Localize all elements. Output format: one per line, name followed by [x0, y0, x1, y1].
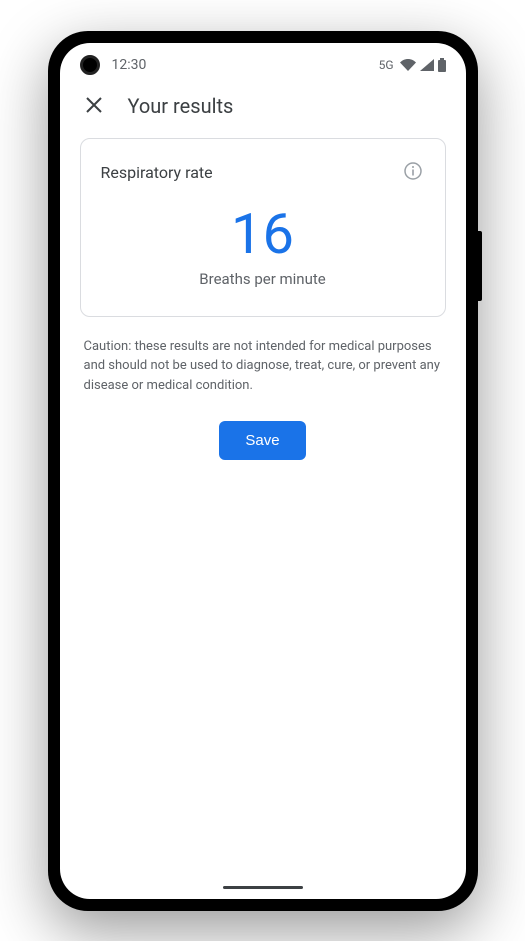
- signal-icon: [420, 59, 434, 71]
- main-content: Respiratory rate 16 Breaths per minute C…: [60, 138, 466, 899]
- phone-screen: 12:30 5G Your results: [60, 43, 466, 899]
- home-indicator[interactable]: [223, 886, 303, 889]
- phone-side-button: [478, 231, 482, 301]
- front-camera-icon: [80, 55, 100, 75]
- caution-text: Caution: these results are not intended …: [80, 337, 446, 396]
- wifi-icon: [400, 59, 416, 71]
- card-header: Respiratory rate: [101, 159, 425, 186]
- close-button[interactable]: [80, 91, 108, 122]
- result-value: 16: [101, 206, 425, 262]
- result-unit: Breaths per minute: [101, 270, 425, 288]
- card-title: Respiratory rate: [101, 163, 213, 182]
- result-card: Respiratory rate 16 Breaths per minute: [80, 138, 446, 317]
- status-bar: 12:30 5G: [60, 43, 466, 83]
- save-button-container: Save: [80, 421, 446, 460]
- save-button[interactable]: Save: [219, 421, 305, 460]
- info-icon: [403, 161, 423, 184]
- status-bar-left: 12:30: [80, 55, 147, 75]
- close-icon: [84, 95, 104, 118]
- page-title: Your results: [128, 94, 234, 118]
- status-bar-right: 5G: [379, 58, 446, 72]
- status-time: 12:30: [112, 57, 147, 73]
- info-button[interactable]: [401, 159, 425, 186]
- battery-icon: [438, 58, 446, 72]
- header: Your results: [60, 83, 466, 138]
- phone-frame: 12:30 5G Your results: [48, 31, 478, 911]
- network-label: 5G: [379, 58, 394, 72]
